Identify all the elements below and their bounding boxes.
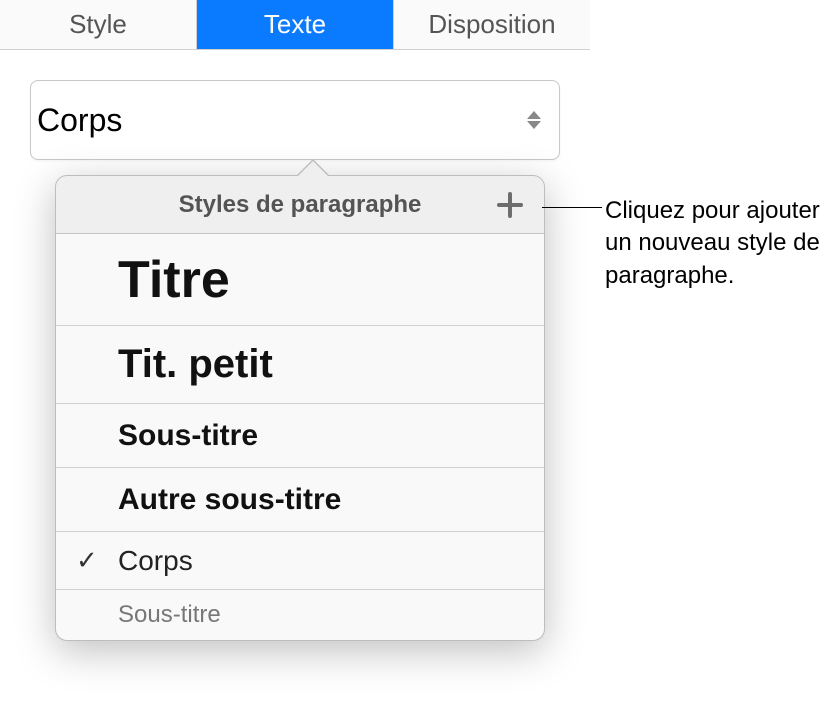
- popover-header: Styles de paragraphe: [56, 176, 544, 234]
- style-item-label: Sous-titre: [118, 419, 258, 453]
- paragraph-style-dropdown-label: Corps: [31, 102, 122, 139]
- style-item[interactable]: Autre sous-titre: [56, 468, 544, 532]
- paragraph-style-list: Titre Tit. petit Sous-titre Autre sous-titr…: [56, 234, 544, 640]
- style-item-label: Titre: [118, 250, 230, 310]
- paragraph-styles-popover: Styles de paragraphe Titre Tit. petit Sous…: [55, 175, 545, 641]
- checkmark-icon: ✓: [76, 545, 98, 576]
- style-item[interactable]: Titre: [56, 234, 544, 326]
- style-item-label: Corps: [118, 545, 193, 577]
- add-paragraph-style-button[interactable]: [494, 189, 526, 221]
- style-item[interactable]: Sous-titre: [56, 590, 544, 640]
- paragraph-style-dropdown[interactable]: Corps: [30, 80, 560, 160]
- style-item-label: Tit. petit: [118, 342, 273, 387]
- callout-leader-line: [542, 207, 602, 208]
- tab-disposition[interactable]: Disposition: [394, 0, 590, 49]
- style-item-label: Autre sous-titre: [118, 483, 341, 517]
- style-item[interactable]: ✓ Corps: [56, 532, 544, 590]
- style-item-label: Sous-titre: [118, 601, 221, 629]
- tab-style[interactable]: Style: [0, 0, 197, 49]
- style-item[interactable]: Tit. petit: [56, 326, 544, 404]
- inspector-panel: Style Texte Disposition Corps Styles de …: [0, 0, 590, 160]
- style-item[interactable]: Sous-titre: [56, 404, 544, 468]
- inspector-tabs: Style Texte Disposition: [0, 0, 590, 50]
- chevron-updown-icon: [527, 111, 541, 129]
- callout-text: Cliquez pour ajouter un nouveau style de…: [605, 195, 820, 292]
- popover-title: Styles de paragraphe: [179, 191, 422, 219]
- plus-icon: [508, 192, 512, 218]
- tab-texte[interactable]: Texte: [197, 0, 394, 49]
